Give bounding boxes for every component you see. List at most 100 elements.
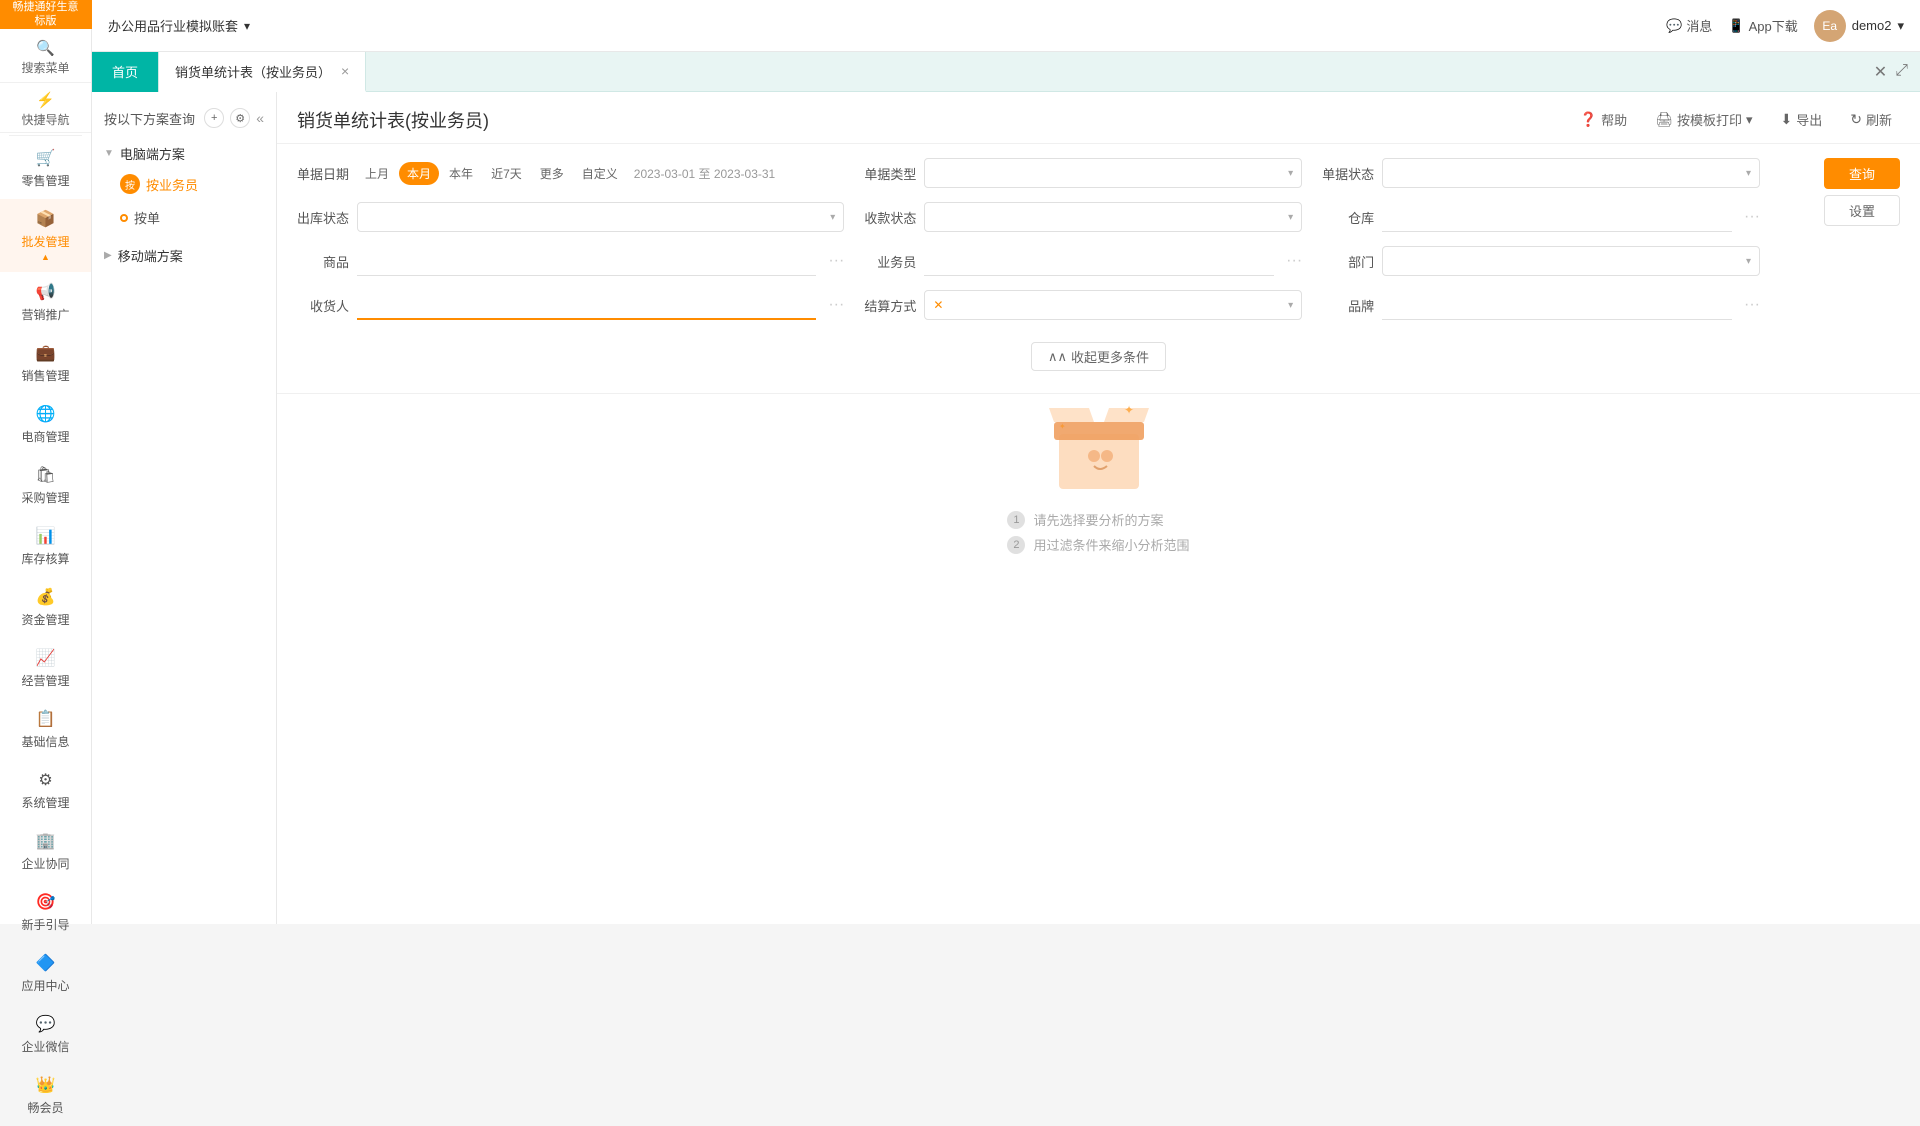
consignee-input[interactable] bbox=[357, 290, 816, 320]
salesperson-input[interactable] bbox=[924, 246, 1274, 276]
doc-type-select[interactable]: ▾ bbox=[924, 158, 1302, 188]
sidebar: 畅捷通好生意 标版 🔍 搜索菜单 ⚡ 快捷导航 🛒 零售管理 📦 批发管理 ▲ … bbox=[0, 0, 92, 924]
filter-consignee: 收货人 ··· bbox=[297, 290, 844, 320]
sidebar-item-member[interactable]: 👑 畅会员 bbox=[0, 1065, 91, 1126]
sidebar-item-search[interactable]: 🔍 搜索菜单 bbox=[0, 29, 91, 83]
sidebar-item-inventory[interactable]: 📊 库存核算 bbox=[0, 516, 91, 577]
sidebar-item-retail[interactable]: 🛒 零售管理 bbox=[0, 138, 91, 199]
collapse-up-icon: ∧∧ bbox=[1048, 349, 1067, 365]
tree-desktop-group[interactable]: ▼ 电脑端方案 bbox=[92, 138, 276, 169]
stock-status-chevron-icon: ▾ bbox=[830, 212, 835, 223]
active-indicator: 按 bbox=[120, 174, 140, 194]
empty-step-2: 2 用过滤条件来缩小分析范围 bbox=[1007, 535, 1189, 554]
sidebar-item-app-center[interactable]: 🔷 应用中心 bbox=[0, 943, 91, 1004]
app-download-button[interactable]: 📱 App下载 bbox=[1728, 16, 1797, 35]
panel-add-button[interactable]: + bbox=[204, 108, 224, 128]
message-icon: 💬 bbox=[1666, 18, 1682, 34]
export-button[interactable]: ⬇ 导出 bbox=[1773, 106, 1831, 133]
consignee-dots-icon[interactable]: ··· bbox=[828, 296, 844, 314]
salesperson-dots-icon[interactable]: ··· bbox=[1286, 252, 1302, 270]
date-more[interactable]: 更多 bbox=[532, 162, 572, 185]
sidebar-item-ecommerce[interactable]: 🌐 电商管理 bbox=[0, 394, 91, 455]
collapse-button[interactable]: ∧∧ 收起更多条件 bbox=[1031, 342, 1166, 371]
refresh-icon: ↻ bbox=[1850, 111, 1862, 128]
warehouse-input[interactable] bbox=[1382, 202, 1732, 232]
panel-title: 按以下方案查询 bbox=[104, 109, 195, 128]
avatar: Ea bbox=[1814, 10, 1846, 42]
query-button[interactable]: 查询 bbox=[1824, 158, 1900, 189]
tree-item-salesperson[interactable]: 按 按业务员 bbox=[120, 169, 276, 199]
department-select[interactable]: ▾ bbox=[1382, 246, 1760, 276]
tree-desktop-children: 按 按业务员 按单 bbox=[92, 169, 276, 232]
payment-status-select[interactable]: ▾ bbox=[924, 202, 1302, 232]
empty-illustration: ✦ ✦ bbox=[1039, 394, 1159, 494]
panel-settings-button[interactable]: ⚙ bbox=[230, 108, 250, 128]
goods-dots-icon[interactable]: ··· bbox=[828, 252, 844, 270]
user-menu[interactable]: Ea demo2 ▾ bbox=[1814, 10, 1904, 42]
topbar: 办公用品行业模拟账套 ▾ 💬 消息 📱 App下载 Ea demo2 ▾ bbox=[92, 0, 1920, 52]
sidebar-item-purchase[interactable]: 🛍 采购管理 bbox=[0, 455, 91, 516]
filter-stock-status: 出库状态 ▾ bbox=[297, 202, 844, 232]
tab-sales-stats[interactable]: 销货单统计表（按业务员） × bbox=[159, 52, 366, 92]
brand-dots-icon[interactable]: ··· bbox=[1744, 296, 1760, 314]
tab-home[interactable]: 首页 bbox=[92, 52, 159, 92]
date-recent7[interactable]: 近7天 bbox=[483, 162, 530, 185]
filter-payment-status: 收款状态 ▾ bbox=[864, 202, 1302, 232]
filter-date: 单据日期 上月 本月 本年 近7天 更多 自定义 20 bbox=[297, 162, 844, 185]
date-last-month[interactable]: 上月 bbox=[357, 162, 397, 185]
tree-item-by-order[interactable]: 按单 bbox=[120, 203, 276, 232]
warehouse-dots-icon[interactable]: ··· bbox=[1744, 208, 1760, 226]
settlement-select[interactable]: ✕ ▾ bbox=[924, 290, 1302, 320]
tab-close-window-icon[interactable]: ✕ bbox=[1874, 62, 1887, 82]
doc-type-chevron-icon: ▾ bbox=[1288, 168, 1293, 179]
refresh-button[interactable]: ↻ 刷新 bbox=[1842, 106, 1900, 133]
date-filter: 上月 本月 本年 近7天 更多 自定义 2023-03-01 至 2023-03… bbox=[357, 162, 844, 185]
date-this-month[interactable]: 本月 bbox=[399, 162, 439, 185]
sidebar-logo[interactable]: 畅捷通好生意 标版 bbox=[0, 0, 92, 29]
topbar-actions: 💬 消息 📱 App下载 Ea demo2 ▾ bbox=[1666, 10, 1904, 42]
tree-mobile-group[interactable]: ▶ 移动端方案 bbox=[92, 240, 276, 271]
topbar-dropdown[interactable]: ▾ bbox=[244, 19, 250, 33]
empty-state: ✦ ✦ 1 请先选择要分析的方案 bbox=[277, 394, 1920, 634]
settings-button[interactable]: 设置 bbox=[1824, 195, 1900, 226]
sidebar-item-marketing[interactable]: 📢 营销推广 bbox=[0, 272, 91, 333]
panel-actions: + ⚙ « bbox=[204, 108, 264, 128]
sidebar-item-system[interactable]: ⚙ 系统管理 bbox=[0, 760, 91, 821]
payment-status-label: 收款状态 bbox=[864, 208, 916, 227]
sidebar-item-beginner[interactable]: 🎯 新手引导 bbox=[0, 882, 91, 943]
panel-collapse-button[interactable]: « bbox=[256, 110, 264, 126]
date-this-year[interactable]: 本年 bbox=[441, 162, 481, 185]
sidebar-item-quick-nav[interactable]: ⚡ 快捷导航 bbox=[0, 83, 91, 133]
sidebar-item-wholesale[interactable]: 📦 批发管理 ▲ bbox=[0, 199, 91, 272]
step-1-number: 1 bbox=[1007, 511, 1025, 529]
doc-type-label: 单据类型 bbox=[864, 164, 916, 183]
doc-status-select[interactable]: ▾ bbox=[1382, 158, 1760, 188]
message-button[interactable]: 💬 消息 bbox=[1666, 16, 1712, 35]
tab-close-icon[interactable]: × bbox=[341, 63, 349, 79]
stock-status-select[interactable]: ▾ bbox=[357, 202, 844, 232]
brand-input[interactable] bbox=[1382, 290, 1732, 320]
user-chevron-icon: ▾ bbox=[1897, 18, 1904, 34]
help-button[interactable]: ❓ 帮助 bbox=[1572, 106, 1635, 133]
sidebar-item-sales[interactable]: 💼 销售管理 bbox=[0, 333, 91, 394]
sidebar-item-operations[interactable]: 📈 经营管理 bbox=[0, 638, 91, 699]
page-header-actions: ❓ 帮助 🖨 按模板打印 ▾ ⬇ 导出 ↻ 刷新 bbox=[1572, 106, 1900, 133]
page-header: 销货单统计表(按业务员) ❓ 帮助 🖨 按模板打印 ▾ ⬇ 导出 bbox=[277, 92, 1920, 144]
goods-label: 商品 bbox=[297, 252, 349, 271]
svg-text:✦: ✦ bbox=[1124, 403, 1134, 417]
settlement-chevron-icon: ▾ bbox=[1288, 300, 1293, 311]
print-button[interactable]: 🖨 按模板打印 ▾ bbox=[1647, 106, 1760, 133]
right-content: 销货单统计表(按业务员) ❓ 帮助 🖨 按模板打印 ▾ ⬇ 导出 bbox=[277, 92, 1920, 924]
sidebar-item-finance[interactable]: 💰 资金管理 bbox=[0, 577, 91, 638]
sidebar-item-basic[interactable]: 📋 基础信息 bbox=[0, 699, 91, 760]
left-panel: 按以下方案查询 + ⚙ « ▼ 电脑端方案 按 按业务员 按单 bbox=[92, 92, 277, 924]
tree-arrow-icon: ▼ bbox=[104, 148, 114, 159]
doc-status-label: 单据状态 bbox=[1322, 164, 1374, 183]
tab-maximize-icon[interactable]: ⤢ bbox=[1895, 62, 1908, 82]
goods-input[interactable] bbox=[357, 246, 816, 276]
sidebar-item-enterprise[interactable]: 🏢 企业协同 bbox=[0, 821, 91, 882]
date-custom[interactable]: 自定义 bbox=[574, 162, 626, 185]
stock-status-label: 出库状态 bbox=[297, 208, 349, 227]
empty-steps: 1 请先选择要分析的方案 2 用过滤条件来缩小分析范围 bbox=[1007, 510, 1189, 554]
sidebar-item-enterprise-wechat[interactable]: 💬 企业微信 bbox=[0, 1004, 91, 1065]
